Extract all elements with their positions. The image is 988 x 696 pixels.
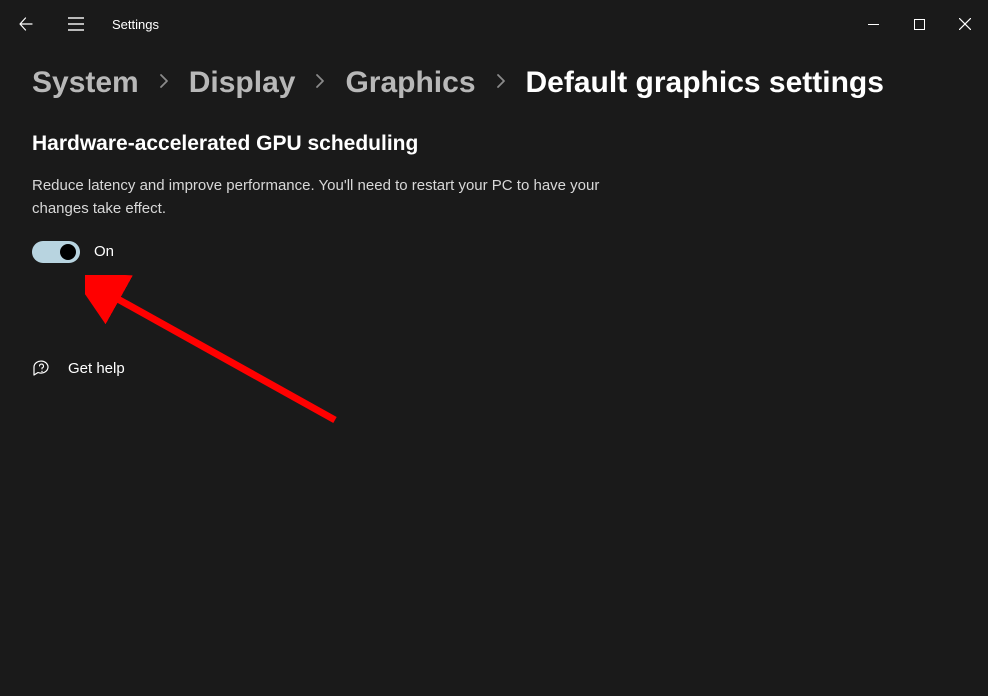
minimize-button[interactable] [850,8,896,40]
chevron-right-icon [496,72,506,95]
toggle-row: On [32,241,956,263]
menu-button[interactable] [62,10,90,38]
app-title: Settings [112,17,159,32]
section-description: Reduce latency and improve performance. … [32,174,612,221]
help-icon [32,359,52,379]
breadcrumb-system[interactable]: System [32,66,139,100]
help-label: Get help [68,360,125,377]
back-button[interactable] [12,10,40,38]
hamburger-icon [68,17,84,31]
titlebar-left: Settings [12,10,850,38]
minimize-icon [868,19,879,30]
arrow-left-icon [18,16,34,32]
window-controls [850,8,988,40]
breadcrumb-graphics[interactable]: Graphics [345,66,475,100]
breadcrumb-current: Default graphics settings [526,66,884,100]
section-title: Hardware-accelerated GPU scheduling [32,132,956,156]
chevron-right-icon [315,72,325,95]
titlebar: Settings [0,0,988,48]
breadcrumb: System Display Graphics Default graphics… [0,48,988,122]
toggle-state-label: On [94,243,114,260]
breadcrumb-display[interactable]: Display [189,66,296,100]
maximize-button[interactable] [896,8,942,40]
get-help-link[interactable]: Get help [32,359,956,379]
close-icon [959,18,971,30]
gpu-scheduling-toggle[interactable] [32,241,80,263]
maximize-icon [914,19,925,30]
chevron-right-icon [159,72,169,95]
toggle-knob [60,244,76,260]
content: Hardware-accelerated GPU scheduling Redu… [0,122,988,389]
close-button[interactable] [942,8,988,40]
